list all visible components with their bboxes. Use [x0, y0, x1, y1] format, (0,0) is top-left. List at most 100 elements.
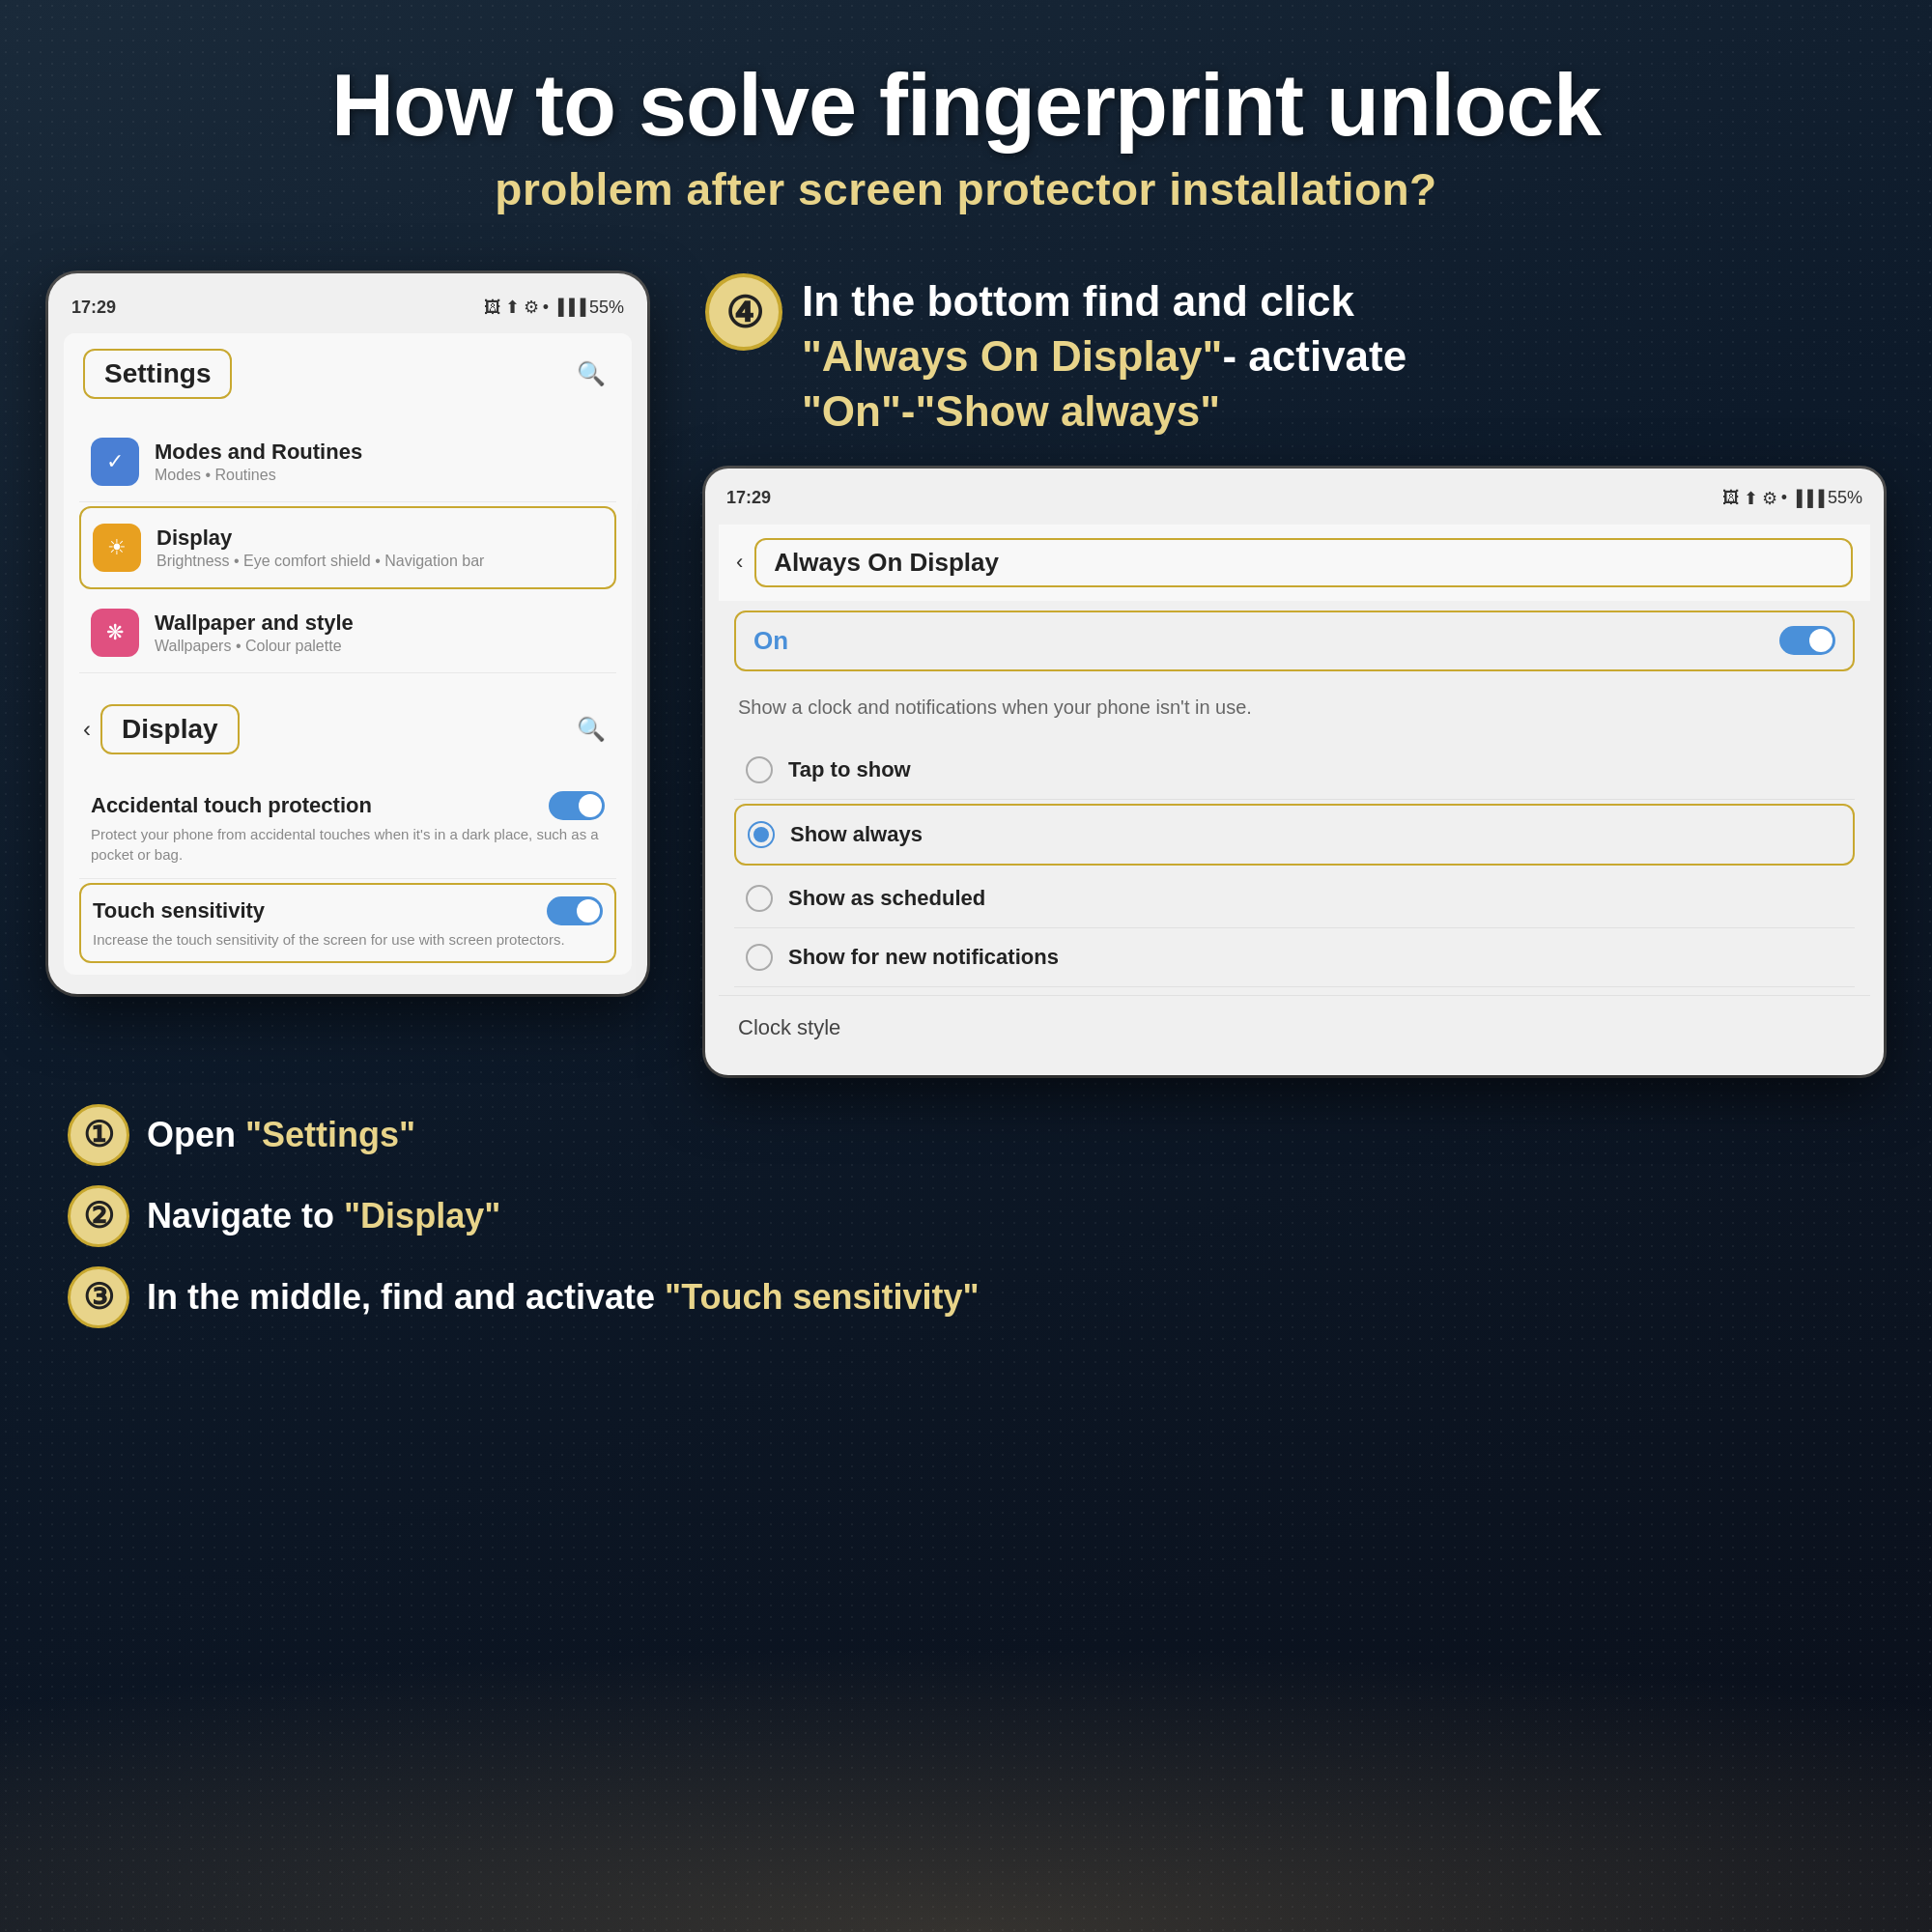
wallpaper-icon-char: ❋ — [106, 620, 124, 645]
status-bar-settings: 17:29 🖼 ⬆ ⚙ • ▐▐▐ 55% — [64, 293, 632, 322]
aod-status-bar: 17:29 🖼 ⬆ ⚙ • ▐▐▐ 55% — [719, 484, 1870, 513]
show-always-radio[interactable] — [748, 821, 775, 848]
settings-list: ✓ Modes and Routines Modes • Routines ☀ — [64, 414, 632, 681]
right-section: ④ In the bottom find and click "Always O… — [705, 273, 1884, 1075]
display-text: Display Brightness • Eye comfort shield … — [156, 526, 603, 570]
aod-status-right: 🖼 ⬆ ⚙ • ▐▐▐ 55% — [1722, 488, 1862, 509]
settings-screen: Settings 🔍 ✓ Modes and Routines Modes • … — [64, 333, 632, 975]
step1-desc: Open "Settings" — [147, 1115, 415, 1155]
aod-settings-icon: ⚙ — [1762, 488, 1777, 509]
show-scheduled-radio[interactable] — [746, 885, 773, 912]
wallpaper-item[interactable]: ❋ Wallpaper and style Wallpapers • Colou… — [79, 593, 616, 673]
settings-phone: 17:29 🖼 ⬆ ⚙ • ▐▐▐ 55% Settings — [48, 273, 647, 994]
status-time: 17:29 — [71, 298, 116, 318]
photo-icon: 🖼 — [484, 298, 501, 318]
bottom-steps: ① Open "Settings" ② Navigate to "Display… — [48, 1104, 1884, 1328]
accidental-touch-toggle[interactable] — [549, 791, 605, 820]
step4-text: In the bottom find and click "Always On … — [802, 273, 1406, 440]
show-always-option[interactable]: Show always — [734, 804, 1855, 866]
touch-sensitivity-item[interactable]: Touch sensitivity Increase the touch sen… — [79, 883, 616, 963]
step2-item: ② Navigate to "Display" — [68, 1185, 980, 1247]
wallpaper-text: Wallpaper and style Wallpapers • Colour … — [155, 611, 605, 655]
wallpaper-icon: ❋ — [91, 609, 139, 657]
right-phone-wrapper: 17:29 🖼 ⬆ ⚙ • ▐▐▐ 55% ‹ Always — [705, 469, 1884, 1075]
dot-icon: • — [543, 298, 549, 318]
display-search-icon[interactable]: 🔍 — [570, 708, 612, 751]
aod-on-text: On — [753, 626, 788, 656]
show-scheduled-option[interactable]: Show as scheduled — [734, 869, 1855, 928]
step1-item: ① Open "Settings" — [68, 1104, 980, 1166]
content-area: 17:29 🖼 ⬆ ⚙ • ▐▐▐ 55% Settings — [48, 273, 1884, 1075]
display-sub: Brightness • Eye comfort shield • Naviga… — [156, 553, 603, 570]
signal-icon: ▐▐▐ — [553, 298, 585, 316]
aod-signal-icon: ▐▐▐ — [1791, 490, 1824, 507]
aod-title: Always On Display — [754, 538, 1853, 587]
settings-icon-status: ⚙ — [524, 297, 539, 318]
show-new-notifications-label: Show for new notifications — [788, 945, 1059, 970]
wallpaper-name: Wallpaper and style — [155, 611, 605, 636]
tap-to-show-radio[interactable] — [746, 756, 773, 783]
aod-back-icon[interactable]: ‹ — [736, 550, 743, 575]
step3-desc: In the middle, find and activate "Touch … — [147, 1277, 980, 1318]
display-item[interactable]: ☀ Display Brightness • Eye comfort shiel… — [79, 506, 616, 589]
display-icon: ☀ — [93, 524, 141, 572]
aod-phone: 17:29 🖼 ⬆ ⚙ • ▐▐▐ 55% ‹ Always — [705, 469, 1884, 1075]
display-header: ‹ Display 🔍 — [64, 689, 632, 770]
clock-style[interactable]: Clock style — [719, 995, 1870, 1060]
display-title: Display — [100, 704, 240, 754]
display-name: Display — [156, 526, 603, 551]
aod-upload-icon: ⬆ — [1744, 488, 1758, 509]
aod-header: ‹ Always On Display — [719, 525, 1870, 601]
display-icon-char: ☀ — [107, 535, 127, 560]
battery-text: 55% — [589, 298, 624, 318]
show-new-notifications-radio[interactable] — [746, 944, 773, 971]
accidental-touch-name: Accidental touch protection — [91, 793, 372, 818]
step4-badge: ④ — [705, 273, 782, 351]
accidental-touch-sub: Protect your phone from accidental touch… — [91, 824, 605, 865]
modes-icon-char: ✓ — [106, 449, 124, 474]
touch-sensitivity-header: Touch sensitivity — [93, 896, 603, 925]
main-container: How to solve fingerprint unlock problem … — [0, 0, 1932, 1932]
aod-on-bar[interactable]: On — [734, 611, 1855, 671]
aod-battery-text: 55% — [1828, 488, 1862, 508]
status-right: 🖼 ⬆ ⚙ • ▐▐▐ 55% — [484, 297, 624, 318]
step2-badge: ② — [68, 1185, 129, 1247]
page-subtitle: problem after screen protector installat… — [331, 163, 1601, 215]
touch-sensitivity-sub: Increase the touch sensitivity of the sc… — [93, 929, 603, 950]
aod-photo-icon: 🖼 — [1722, 488, 1740, 508]
step3-badge: ③ — [68, 1266, 129, 1328]
step1-highlight: "Settings" — [245, 1115, 415, 1154]
search-icon[interactable]: 🔍 — [570, 353, 612, 395]
display-back-btn[interactable]: ‹ Display — [83, 704, 240, 754]
step4-highlight1: "Always On Display" — [802, 332, 1222, 380]
display-settings-list: Accidental touch protection Protect your… — [64, 770, 632, 975]
page-title: How to solve fingerprint unlock — [331, 58, 1601, 154]
aod-options: Tap to show Show always — [719, 733, 1870, 995]
modes-text: Modes and Routines Modes • Routines — [155, 440, 605, 484]
step1-badge: ① — [68, 1104, 129, 1166]
step3-item: ③ In the middle, find and activate "Touc… — [68, 1266, 980, 1328]
accidental-touch-item[interactable]: Accidental touch protection Protect your… — [79, 778, 616, 879]
show-always-label: Show always — [790, 822, 923, 847]
touch-sensitivity-name: Touch sensitivity — [93, 898, 265, 923]
back-chevron-icon: ‹ — [83, 716, 91, 743]
left-phone-wrapper: 17:29 🖼 ⬆ ⚙ • ▐▐▐ 55% Settings — [48, 273, 647, 994]
settings-title: Settings — [83, 349, 232, 399]
show-scheduled-label: Show as scheduled — [788, 886, 985, 911]
aod-dot-icon: • — [1781, 488, 1787, 508]
settings-header: Settings 🔍 — [64, 333, 632, 414]
show-always-radio-inner — [753, 827, 769, 842]
aod-status-time: 17:29 — [726, 488, 771, 508]
modes-routines-item[interactable]: ✓ Modes and Routines Modes • Routines — [79, 422, 616, 502]
tap-to-show-label: Tap to show — [788, 757, 911, 782]
show-new-notifications-option[interactable]: Show for new notifications — [734, 928, 1855, 987]
modes-sub: Modes • Routines — [155, 467, 605, 484]
touch-sensitivity-toggle[interactable] — [547, 896, 603, 925]
aod-description: Show a clock and notifications when your… — [719, 681, 1870, 733]
step4-instruction: ④ In the bottom find and click "Always O… — [705, 273, 1884, 440]
modes-name: Modes and Routines — [155, 440, 605, 465]
title-section: How to solve fingerprint unlock problem … — [331, 58, 1601, 215]
tap-to-show-option[interactable]: Tap to show — [734, 741, 1855, 800]
step2-highlight: "Display" — [344, 1196, 500, 1236]
aod-on-toggle[interactable] — [1779, 626, 1835, 655]
